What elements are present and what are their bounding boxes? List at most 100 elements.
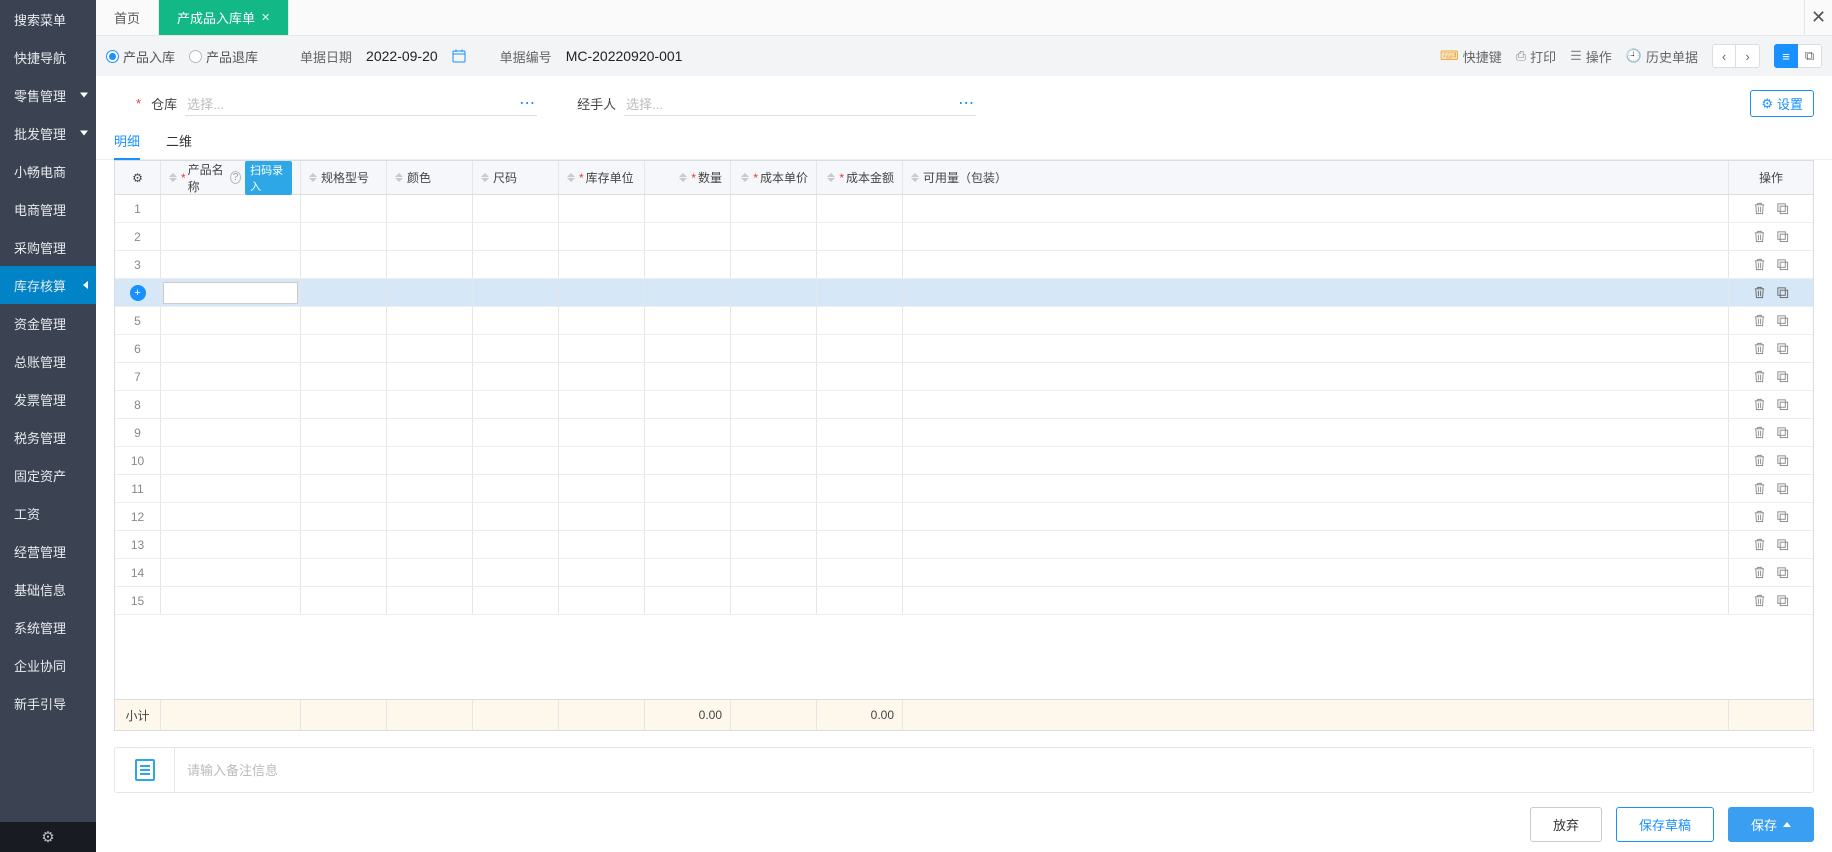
sort-icon[interactable] bbox=[911, 173, 919, 182]
cell-color[interactable] bbox=[387, 419, 473, 446]
toolbar-operate[interactable]: ☰ 操作 bbox=[1570, 47, 1612, 66]
delete-row-icon[interactable] bbox=[1753, 342, 1766, 355]
tab-active[interactable]: 产成品入库单 ✕ bbox=[159, 0, 289, 35]
cell-unit[interactable] bbox=[559, 587, 645, 614]
cell-price[interactable] bbox=[731, 279, 817, 306]
delete-row-icon[interactable] bbox=[1753, 258, 1766, 271]
save-button[interactable]: 保存 bbox=[1728, 807, 1814, 842]
cell-spec[interactable] bbox=[301, 251, 387, 278]
cell-size[interactable] bbox=[473, 251, 559, 278]
product-input[interactable] bbox=[163, 282, 298, 304]
sidebar-item-17[interactable]: 企业协同 bbox=[0, 646, 96, 684]
sidebar-settings-gear[interactable]: ⚙ bbox=[0, 822, 96, 852]
cell-spec[interactable] bbox=[301, 587, 387, 614]
delete-row-icon[interactable] bbox=[1753, 594, 1766, 607]
cell-qty[interactable] bbox=[645, 391, 731, 418]
sort-icon[interactable] bbox=[481, 173, 489, 182]
sidebar-item-3[interactable]: 批发管理 bbox=[0, 114, 96, 152]
cell-qty[interactable] bbox=[645, 503, 731, 530]
delete-row-icon[interactable] bbox=[1753, 230, 1766, 243]
cell-avail[interactable] bbox=[903, 335, 1729, 362]
cell-amount[interactable] bbox=[817, 223, 903, 250]
cell-qty[interactable] bbox=[645, 279, 731, 306]
sidebar-item-5[interactable]: 电商管理 bbox=[0, 190, 96, 228]
tab-close-icon[interactable]: ✕ bbox=[261, 11, 270, 24]
sidebar-item-11[interactable]: 税务管理 bbox=[0, 418, 96, 456]
cell-spec[interactable] bbox=[301, 475, 387, 502]
sidebar-item-12[interactable]: 固定资产 bbox=[0, 456, 96, 494]
copy-row-icon[interactable] bbox=[1776, 286, 1789, 299]
cell-qty[interactable] bbox=[645, 419, 731, 446]
cell-product[interactable] bbox=[161, 363, 301, 390]
table-row[interactable]: 3 bbox=[115, 251, 1813, 279]
col-header-spec[interactable]: 规格型号 bbox=[301, 161, 387, 194]
sidebar-item-4[interactable]: 小畅电商 bbox=[0, 152, 96, 190]
cell-unit[interactable] bbox=[559, 503, 645, 530]
cell-color[interactable] bbox=[387, 503, 473, 530]
col-header-qty[interactable]: * 数量 bbox=[645, 161, 731, 194]
cell-size[interactable] bbox=[473, 279, 559, 306]
cell-amount[interactable] bbox=[817, 419, 903, 446]
sidebar-item-7[interactable]: 库存核算 bbox=[0, 266, 96, 304]
cell-color[interactable] bbox=[387, 279, 473, 306]
table-row[interactable]: 9 bbox=[115, 419, 1813, 447]
cell-price[interactable] bbox=[731, 363, 817, 390]
cell-color[interactable] bbox=[387, 447, 473, 474]
col-header-color[interactable]: 颜色 bbox=[387, 161, 473, 194]
toolbar-view-single[interactable]: ≡ bbox=[1774, 44, 1798, 68]
cell-qty[interactable] bbox=[645, 195, 731, 222]
sidebar-item-18[interactable]: 新手引导 bbox=[0, 684, 96, 722]
delete-row-icon[interactable] bbox=[1753, 482, 1766, 495]
cell-size[interactable] bbox=[473, 419, 559, 446]
cell-qty[interactable] bbox=[645, 335, 731, 362]
delete-row-icon[interactable] bbox=[1753, 202, 1766, 215]
copy-row-icon[interactable] bbox=[1776, 230, 1789, 243]
cell-amount[interactable] bbox=[817, 279, 903, 306]
delete-row-icon[interactable] bbox=[1753, 398, 1766, 411]
cell-color[interactable] bbox=[387, 195, 473, 222]
cell-product[interactable] bbox=[161, 503, 301, 530]
cell-size[interactable] bbox=[473, 587, 559, 614]
cell-avail[interactable] bbox=[903, 587, 1729, 614]
cell-qty[interactable] bbox=[645, 559, 731, 586]
sort-icon[interactable] bbox=[169, 173, 177, 182]
cell-product[interactable] bbox=[161, 475, 301, 502]
table-row[interactable]: 15 bbox=[115, 587, 1813, 615]
add-row-button[interactable]: + bbox=[130, 285, 146, 301]
sidebar-item-8[interactable]: 资金管理 bbox=[0, 304, 96, 342]
cell-amount[interactable] bbox=[817, 587, 903, 614]
cell-spec[interactable] bbox=[301, 279, 387, 306]
cell-size[interactable] bbox=[473, 335, 559, 362]
cell-avail[interactable] bbox=[903, 447, 1729, 474]
sidebar-item-6[interactable]: 采购管理 bbox=[0, 228, 96, 266]
cell-avail[interactable] bbox=[903, 251, 1729, 278]
cell-product[interactable] bbox=[161, 307, 301, 334]
grid-config[interactable]: ⚙ bbox=[115, 161, 161, 194]
copy-row-icon[interactable] bbox=[1776, 202, 1789, 215]
cell-avail[interactable] bbox=[903, 195, 1729, 222]
cell-product[interactable] bbox=[161, 447, 301, 474]
more-icon[interactable]: ⋯ bbox=[958, 93, 974, 113]
table-row[interactable]: 5 bbox=[115, 307, 1813, 335]
cell-avail[interactable] bbox=[903, 223, 1729, 250]
sort-icon[interactable] bbox=[679, 173, 687, 182]
cell-price[interactable] bbox=[731, 475, 817, 502]
cell-price[interactable] bbox=[731, 335, 817, 362]
save-draft-button[interactable]: 保存草稿 bbox=[1616, 807, 1714, 842]
cell-spec[interactable] bbox=[301, 363, 387, 390]
toolbar-print[interactable]: ⎙ 打印 bbox=[1516, 47, 1556, 66]
radio-product-out[interactable]: 产品退库 bbox=[189, 47, 258, 66]
cell-unit[interactable] bbox=[559, 391, 645, 418]
cell-unit[interactable] bbox=[559, 531, 645, 558]
cell-product[interactable] bbox=[161, 223, 301, 250]
col-header-amount[interactable]: * 成本金额 bbox=[817, 161, 903, 194]
cell-size[interactable] bbox=[473, 559, 559, 586]
tabs-close-all[interactable]: ✕ bbox=[1804, 0, 1832, 35]
cell-price[interactable] bbox=[731, 307, 817, 334]
cell-unit[interactable] bbox=[559, 335, 645, 362]
table-row[interactable]: 2 bbox=[115, 223, 1813, 251]
copy-row-icon[interactable] bbox=[1776, 566, 1789, 579]
col-header-price[interactable]: * 成本单价 bbox=[731, 161, 817, 194]
cell-spec[interactable] bbox=[301, 559, 387, 586]
cell-amount[interactable] bbox=[817, 391, 903, 418]
